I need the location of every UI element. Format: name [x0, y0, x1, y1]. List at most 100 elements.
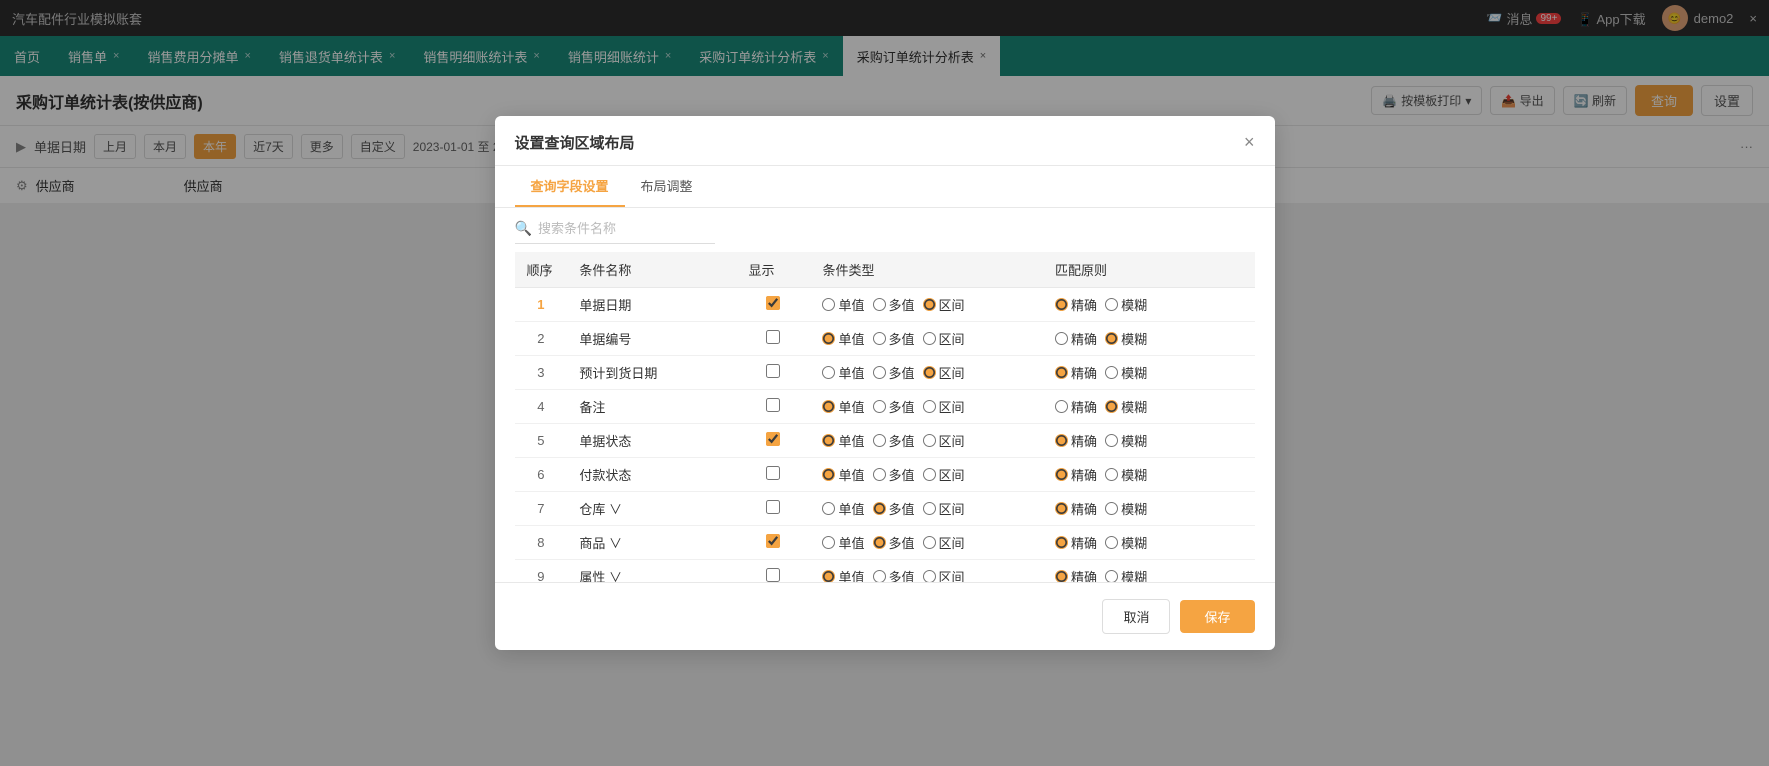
match-radio-match_exact[interactable]: 精确: [1055, 295, 1097, 314]
row-show[interactable]: [736, 288, 810, 322]
type-radio-type_range[interactable]: 区间: [923, 397, 965, 416]
type-radio-type_single[interactable]: 单值: [822, 431, 864, 450]
type-radio-type_range[interactable]: 区间: [923, 363, 965, 382]
col-header-show: 显示: [736, 252, 810, 288]
cancel-button[interactable]: 取消: [1102, 599, 1170, 634]
show-checkbox[interactable]: [766, 534, 780, 548]
table-scroll-area: 顺序 条件名称 显示 条件类型 匹配原则: [515, 252, 1255, 582]
row-order: 7: [515, 492, 568, 526]
match-radio-match_exact[interactable]: 精确: [1055, 567, 1097, 582]
row-name: 预计到货日期: [567, 356, 736, 390]
row-match: 精确模糊: [1043, 560, 1254, 583]
row-order: 1: [515, 288, 568, 322]
match-radio-match_exact[interactable]: 精确: [1055, 499, 1097, 518]
type-radio-type_single[interactable]: 单值: [822, 533, 864, 552]
row-name: 单据日期: [567, 288, 736, 322]
match-radio-match_exact[interactable]: 精确: [1055, 397, 1097, 416]
type-radio-type_multi[interactable]: 多值: [873, 567, 915, 582]
save-button[interactable]: 保存: [1180, 600, 1254, 633]
table-row: 8商品 ∨单值多值区间精确模糊: [515, 526, 1255, 560]
dialog-overlay: 设置查询区域布局 × 查询字段设置 布局调整 🔍 顺序: [0, 0, 1769, 766]
row-type: 单值多值区间: [810, 288, 1043, 322]
type-radio-type_multi[interactable]: 多值: [873, 533, 915, 552]
tab-query-fields-label: 查询字段设置: [531, 179, 609, 194]
match-radio-match_fuzzy[interactable]: 模糊: [1105, 397, 1147, 416]
type-radio-type_range[interactable]: 区间: [923, 431, 965, 450]
type-radio-type_range[interactable]: 区间: [923, 465, 965, 484]
col-header-order: 顺序: [515, 252, 568, 288]
match-radio-match_exact[interactable]: 精确: [1055, 465, 1097, 484]
row-show[interactable]: [736, 560, 810, 583]
show-checkbox[interactable]: [766, 568, 780, 582]
tab-layout[interactable]: 布局调整: [625, 166, 709, 207]
show-checkbox[interactable]: [766, 466, 780, 480]
match-radio-match_fuzzy[interactable]: 模糊: [1105, 533, 1147, 552]
table-row: 9属性 ∨单值多值区间精确模糊: [515, 560, 1255, 583]
show-checkbox[interactable]: [766, 432, 780, 446]
match-radio-match_fuzzy[interactable]: 模糊: [1105, 465, 1147, 484]
show-checkbox[interactable]: [766, 500, 780, 514]
match-radio-match_exact[interactable]: 精确: [1055, 533, 1097, 552]
type-radio-type_single[interactable]: 单值: [822, 465, 864, 484]
type-radio-type_single[interactable]: 单值: [822, 329, 864, 348]
type-radio-type_multi[interactable]: 多值: [873, 295, 915, 314]
row-type: 单值多值区间: [810, 492, 1043, 526]
match-radio-match_fuzzy[interactable]: 模糊: [1105, 567, 1147, 582]
table-row: 3预计到货日期单值多值区间精确模糊: [515, 356, 1255, 390]
match-radio-match_fuzzy[interactable]: 模糊: [1105, 329, 1147, 348]
match-radio-match_exact[interactable]: 精确: [1055, 329, 1097, 348]
conditions-table: 顺序 条件名称 显示 条件类型 匹配原则: [515, 252, 1255, 582]
type-radio-type_multi[interactable]: 多值: [873, 329, 915, 348]
row-show[interactable]: [736, 356, 810, 390]
search-input[interactable]: [538, 221, 698, 236]
type-radio-type_single[interactable]: 单值: [822, 567, 864, 582]
dialog-close-button[interactable]: ×: [1244, 132, 1255, 153]
row-match: 精确模糊: [1043, 356, 1254, 390]
type-radio-type_multi[interactable]: 多值: [873, 397, 915, 416]
row-name: 单据编号: [567, 322, 736, 356]
col-header-name: 条件名称: [567, 252, 736, 288]
type-radio-type_range[interactable]: 区间: [923, 533, 965, 552]
row-show[interactable]: [736, 322, 810, 356]
match-radio-match_fuzzy[interactable]: 模糊: [1105, 363, 1147, 382]
type-radio-type_multi[interactable]: 多值: [873, 465, 915, 484]
row-name: 商品 ∨: [567, 526, 736, 560]
show-checkbox[interactable]: [766, 398, 780, 412]
match-radio-match_fuzzy[interactable]: 模糊: [1105, 431, 1147, 450]
row-order: 2: [515, 322, 568, 356]
row-show[interactable]: [736, 492, 810, 526]
match-radio-match_exact[interactable]: 精确: [1055, 363, 1097, 382]
type-radio-type_multi[interactable]: 多值: [873, 431, 915, 450]
type-radio-type_single[interactable]: 单值: [822, 363, 864, 382]
table-row: 1单据日期单值多值区间精确模糊: [515, 288, 1255, 322]
show-checkbox[interactable]: [766, 330, 780, 344]
row-show[interactable]: [736, 526, 810, 560]
row-type: 单值多值区间: [810, 458, 1043, 492]
row-show[interactable]: [736, 458, 810, 492]
match-radio-match_fuzzy[interactable]: 模糊: [1105, 295, 1147, 314]
type-radio-type_range[interactable]: 区间: [923, 329, 965, 348]
dialog-title: 设置查询区域布局: [515, 132, 635, 153]
type-radio-type_multi[interactable]: 多值: [873, 499, 915, 518]
match-radio-match_exact[interactable]: 精确: [1055, 431, 1097, 450]
tab-query-fields[interactable]: 查询字段设置: [515, 166, 625, 207]
show-checkbox[interactable]: [766, 296, 780, 310]
row-show[interactable]: [736, 390, 810, 424]
row-type: 单值多值区间: [810, 560, 1043, 583]
row-show[interactable]: [736, 424, 810, 458]
show-checkbox[interactable]: [766, 364, 780, 378]
table-header-row: 顺序 条件名称 显示 条件类型 匹配原则: [515, 252, 1255, 288]
type-radio-type_single[interactable]: 单值: [822, 499, 864, 518]
settings-dialog: 设置查询区域布局 × 查询字段设置 布局调整 🔍 顺序: [495, 116, 1275, 650]
table-row: 7仓库 ∨单值多值区间精确模糊: [515, 492, 1255, 526]
type-radio-type_range[interactable]: 区间: [923, 295, 965, 314]
type-radio-type_single[interactable]: 单值: [822, 397, 864, 416]
type-radio-type_range[interactable]: 区间: [923, 499, 965, 518]
row-type: 单值多值区间: [810, 322, 1043, 356]
row-order: 4: [515, 390, 568, 424]
match-radio-match_fuzzy[interactable]: 模糊: [1105, 499, 1147, 518]
type-radio-type_multi[interactable]: 多值: [873, 363, 915, 382]
type-radio-type_single[interactable]: 单值: [822, 295, 864, 314]
type-radio-type_range[interactable]: 区间: [923, 567, 965, 582]
search-icon: 🔍: [515, 220, 532, 237]
